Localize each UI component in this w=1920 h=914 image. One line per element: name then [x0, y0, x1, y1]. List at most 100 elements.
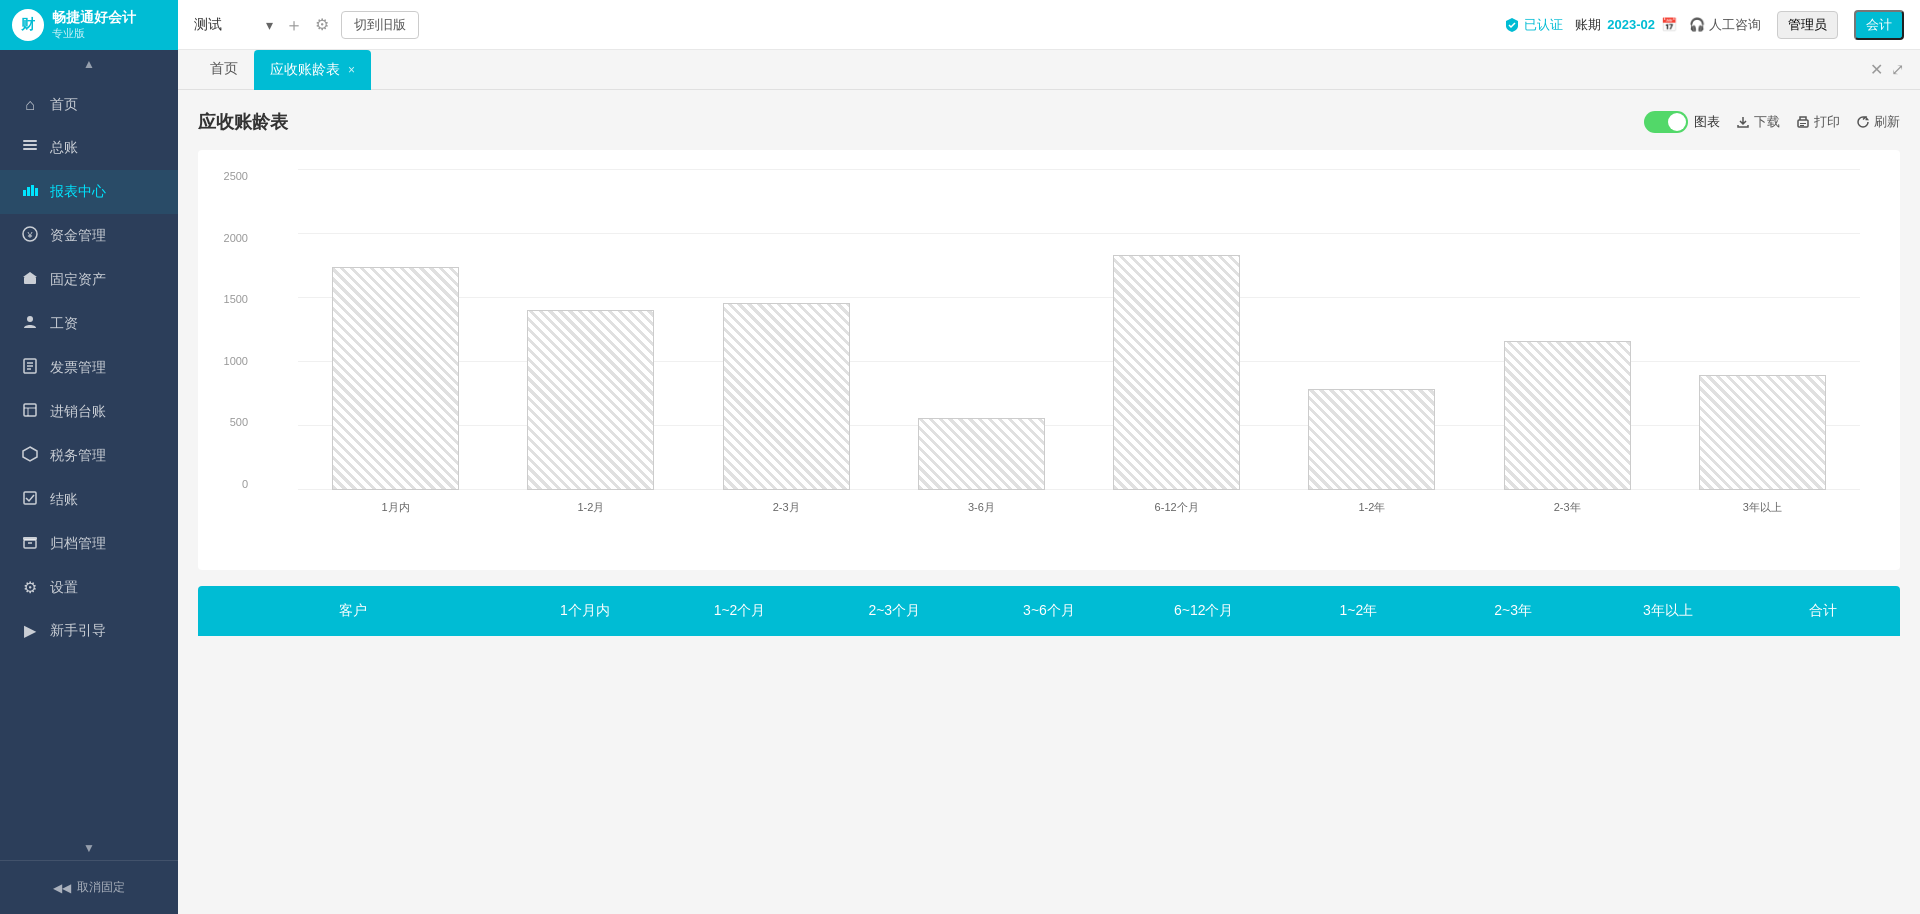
col-6-12month: 6~12个月 [1126, 586, 1281, 636]
expand-btn[interactable]: ⤢ [1891, 60, 1904, 79]
sidebar-item-sales[interactable]: 进销台账 [0, 390, 178, 434]
customer-service-btn[interactable]: 🎧 人工咨询 [1689, 16, 1761, 34]
sales-icon [20, 402, 40, 422]
sidebar-item-guide[interactable]: ▶ 新手引导 [0, 609, 178, 652]
bar-6 [1504, 341, 1631, 490]
sidebar-item-ledger[interactable]: 总账 [0, 126, 178, 170]
bar-5 [1308, 389, 1435, 490]
chart-toggle[interactable] [1644, 111, 1688, 133]
tab-close-btn[interactable]: × [348, 63, 355, 77]
download-icon [1736, 115, 1750, 129]
print-btn[interactable]: 打印 [1796, 113, 1840, 131]
sidebar-item-closing[interactable]: 结账 [0, 478, 178, 522]
sidebar-bottom: ◀◀ 取消固定 [0, 860, 178, 914]
project-dropdown[interactable]: ▾ [266, 17, 273, 33]
bar-group-7: 3年以上 [1665, 170, 1860, 490]
sidebar-item-home[interactable]: ⌂ 首页 [0, 84, 178, 126]
y-label-1000: 1000 [218, 355, 248, 367]
page-header: 应收账龄表 图表 下载 打印 [198, 110, 1900, 134]
bar-1 [527, 310, 654, 490]
toggle-thumb [1668, 113, 1686, 131]
shield-icon [1504, 17, 1520, 33]
close-window-btn[interactable]: ✕ [1870, 60, 1883, 79]
accounting-period: 账期 2023-02 📅 [1575, 16, 1677, 34]
svg-rect-24 [1800, 125, 1804, 126]
y-label-500: 500 [218, 416, 248, 428]
bar-group-4: 6-12个月 [1079, 170, 1274, 490]
role-btn[interactable]: 会计 [1854, 10, 1904, 40]
archive-icon [20, 534, 40, 554]
cancel-fixed-btn[interactable]: ◀◀ 取消固定 [0, 871, 178, 904]
logo-text: 畅捷通好会计 专业版 [52, 9, 136, 41]
payroll-icon [20, 314, 40, 334]
logo-icon: 财 [12, 9, 44, 41]
manager-btn[interactable]: 管理员 [1777, 11, 1838, 39]
refresh-btn[interactable]: 刷新 [1856, 113, 1900, 131]
svg-text:¥: ¥ [26, 230, 33, 240]
sidebar-item-assets[interactable]: 固定资产 [0, 258, 178, 302]
bar-group-0: 1月内 [298, 170, 493, 490]
sidebar-item-payroll[interactable]: 工资 [0, 302, 178, 346]
svg-rect-18 [24, 492, 36, 504]
assets-icon [20, 270, 40, 290]
table-header: 客户 1个月内 1~2个月 2~3个月 3~6个月 6~12个月 1~2年 2~… [198, 586, 1900, 636]
download-btn[interactable]: 下载 [1736, 113, 1780, 131]
sidebar: 财 畅捷通好会计 专业版 ▲ ⌂ 首页 总账 报表中心 ¥ [0, 0, 178, 914]
y-label-2000: 2000 [218, 232, 248, 244]
col-3year-plus: 3年以上 [1591, 586, 1746, 636]
svg-rect-4 [27, 187, 30, 196]
svg-rect-15 [24, 404, 36, 416]
bar-label-1: 1-2月 [577, 500, 604, 515]
bar-label-7: 3年以上 [1743, 500, 1782, 515]
certified-badge: 已认证 [1504, 16, 1563, 34]
sidebar-logo[interactable]: 财 畅捷通好会计 专业版 [0, 0, 178, 50]
funds-icon: ¥ [20, 226, 40, 246]
y-label-0: 0 [218, 478, 248, 490]
tabbar: 首页 应收账龄表 × ✕ ⤢ [178, 50, 1920, 90]
tab-home[interactable]: 首页 [194, 50, 254, 90]
col-1month: 1个月内 [507, 586, 662, 636]
ledger-icon [20, 138, 40, 158]
col-2-3year: 2~3年 [1436, 586, 1591, 636]
bar-group-3: 3-6月 [884, 170, 1079, 490]
chart-toggle-label: 图表 [1694, 113, 1720, 131]
page-actions: 图表 下载 打印 刷新 [1644, 111, 1900, 133]
sidebar-scroll-up[interactable]: ▲ [79, 53, 99, 75]
sidebar-item-invoice[interactable]: 发票管理 [0, 346, 178, 390]
svg-rect-5 [31, 185, 34, 196]
bar-2 [723, 303, 850, 490]
refresh-icon [1856, 115, 1870, 129]
print-icon [1796, 115, 1810, 129]
content-area: 应收账龄表 图表 下载 打印 [178, 90, 1920, 914]
settings-icon: ⚙ [20, 578, 40, 597]
svg-rect-9 [24, 277, 36, 284]
main-area: 测试 ▾ ＋ ⚙ 切到旧版 已认证 账期 2023-02 📅 🎧 人工咨询 管理… [178, 0, 1920, 914]
col-customer: 客户 [198, 586, 507, 636]
svg-rect-2 [23, 148, 37, 150]
col-2-3month: 2~3个月 [817, 586, 972, 636]
project-name: 测试 [194, 16, 254, 34]
bar-label-6: 2-3年 [1554, 500, 1581, 515]
sidebar-scroll-down[interactable]: ▼ [79, 837, 99, 859]
settings-btn[interactable]: ⚙ [315, 15, 329, 34]
bar-4 [1113, 255, 1240, 490]
sidebar-item-archive[interactable]: 归档管理 [0, 522, 178, 566]
sidebar-item-funds[interactable]: ¥ 资金管理 [0, 214, 178, 258]
bar-3 [918, 418, 1045, 490]
sidebar-item-reports[interactable]: 报表中心 [0, 170, 178, 214]
chart-plot-area: 1月内1-2月2-3月3-6月6-12个月1-2年2-3年3年以上 [298, 170, 1860, 490]
chart-container: 0 500 1000 1500 2000 2500 1月内1-2月2-3月3-6… [198, 150, 1900, 570]
sidebar-item-tax[interactable]: 税务管理 [0, 434, 178, 478]
svg-point-10 [27, 316, 33, 322]
topbar: 测试 ▾ ＋ ⚙ 切到旧版 已认证 账期 2023-02 📅 🎧 人工咨询 管理… [178, 0, 1920, 50]
pin-icon: ◀◀ [53, 881, 71, 895]
add-project-btn[interactable]: ＋ [285, 13, 303, 37]
calendar-icon[interactable]: 📅 [1661, 17, 1677, 32]
switch-old-version-btn[interactable]: 切到旧版 [341, 11, 419, 39]
y-label-2500: 2500 [218, 170, 248, 182]
sidebar-item-settings[interactable]: ⚙ 设置 [0, 566, 178, 609]
svg-rect-1 [23, 144, 37, 146]
tab-aging-report[interactable]: 应收账龄表 × [254, 50, 371, 90]
bar-label-3: 3-6月 [968, 500, 995, 515]
guide-icon: ▶ [20, 621, 40, 640]
